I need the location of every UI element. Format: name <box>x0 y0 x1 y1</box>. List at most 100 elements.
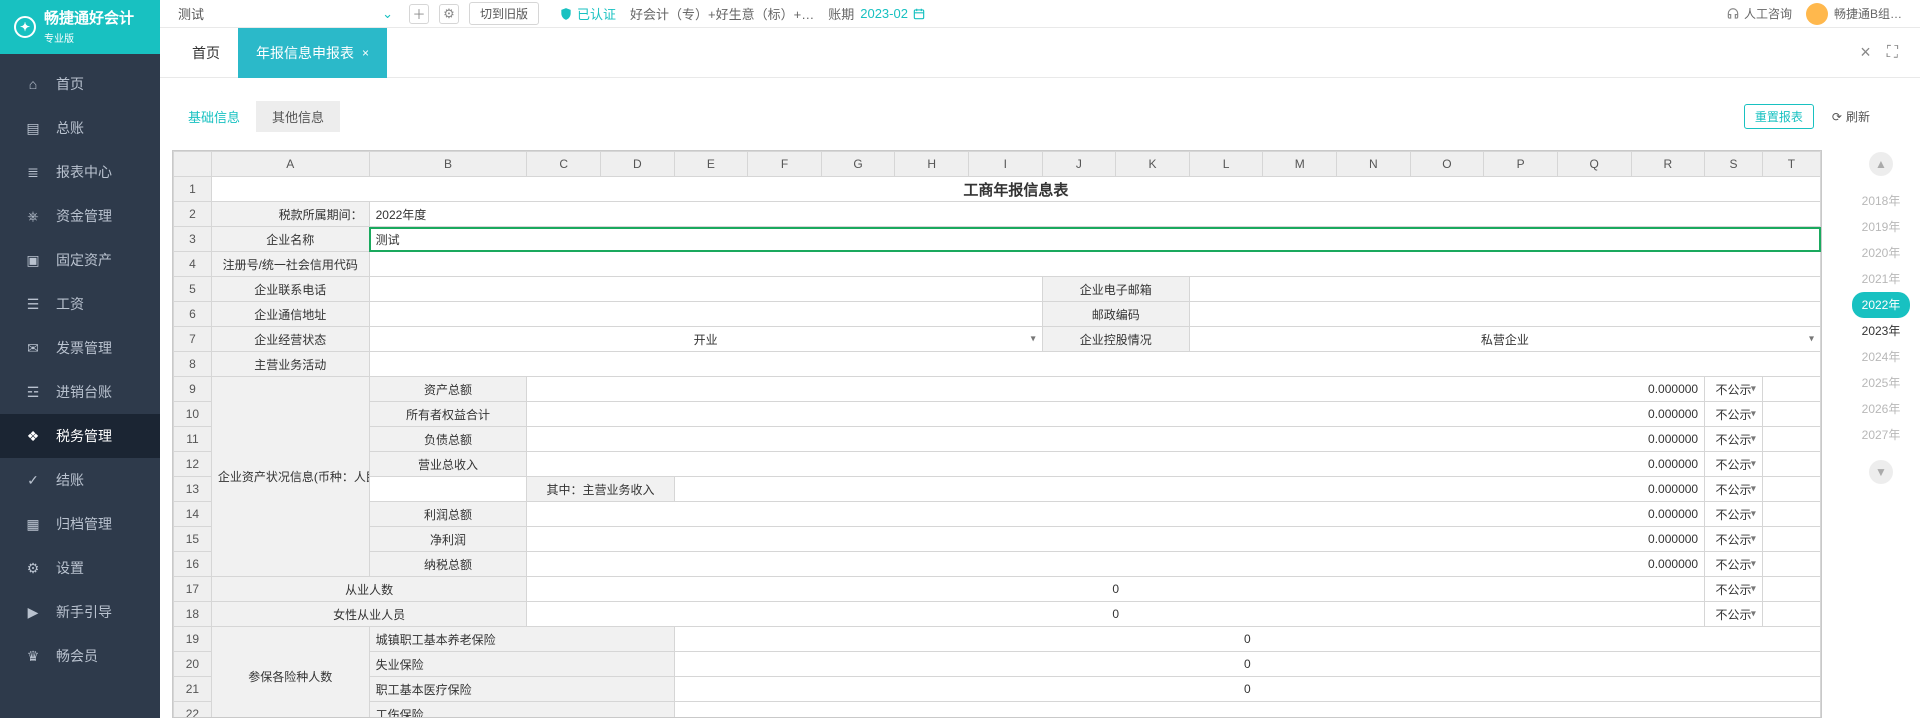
col-head-B[interactable]: B <box>369 152 527 177</box>
year-2019年[interactable]: 2019年 <box>1852 214 1910 240</box>
sidebar-item-1[interactable]: ▤总账 <box>0 106 160 150</box>
year-2027年[interactable]: 2027年 <box>1852 422 1910 448</box>
row-head[interactable]: 4 <box>174 252 212 277</box>
col-head-P[interactable]: P <box>1484 152 1558 177</box>
liab-total-value[interactable]: 0.000000 <box>527 427 1705 452</box>
row-head[interactable]: 11 <box>174 427 212 452</box>
col-head-K[interactable]: K <box>1116 152 1190 177</box>
asset-total-pub[interactable]: 不公示 <box>1705 377 1763 402</box>
rev-main-pub[interactable]: 不公示 <box>1705 477 1763 502</box>
sheet[interactable]: ABCDEFGHIJKLMNOPQRST 1 工商年报信息表 2 税款所属期间：… <box>172 150 1822 718</box>
staff-total-value[interactable]: 0 <box>527 577 1705 602</box>
main-tab-1[interactable]: 年报信息申报表× <box>238 28 387 78</box>
sidebar-item-10[interactable]: ▦归档管理 <box>0 502 160 546</box>
close-icon[interactable]: × <box>362 46 369 60</box>
row-head[interactable]: 21 <box>174 677 212 702</box>
main-tab-0[interactable]: 首页 <box>174 28 238 78</box>
asset-total-value[interactable]: 0.000000 <box>527 377 1705 402</box>
holding-select[interactable]: 私营企业 <box>1189 327 1820 352</box>
sidebar-item-11[interactable]: ⚙设置 <box>0 546 160 590</box>
sub-tab-0[interactable]: 基础信息 <box>172 101 256 132</box>
col-head-Q[interactable]: Q <box>1557 152 1631 177</box>
row-head[interactable]: 12 <box>174 452 212 477</box>
row-head[interactable]: 19 <box>174 627 212 652</box>
row-head[interactable]: 18 <box>174 602 212 627</box>
reg-no-input[interactable] <box>369 252 1820 277</box>
col-head-E[interactable]: E <box>674 152 748 177</box>
staff-female-pub[interactable]: 不公示 <box>1705 602 1763 627</box>
col-head-D[interactable]: D <box>600 152 674 177</box>
col-head-T[interactable]: T <box>1762 152 1820 177</box>
sidebar-item-4[interactable]: ▣固定资产 <box>0 238 160 282</box>
year-2025年[interactable]: 2025年 <box>1852 370 1910 396</box>
year-up-button[interactable]: ▲ <box>1869 152 1893 176</box>
corner-cell[interactable] <box>174 152 212 177</box>
ent-name-input[interactable]: 测试 <box>369 227 1820 252</box>
row-head[interactable]: 14 <box>174 502 212 527</box>
profit-total-value[interactable]: 0.000000 <box>527 502 1705 527</box>
period-select[interactable]: 2023-02 <box>860 6 926 21</box>
year-2018年[interactable]: 2018年 <box>1852 188 1910 214</box>
col-head-L[interactable]: L <box>1189 152 1263 177</box>
fullscreen-button[interactable]: ⛶ <box>1887 44 1898 62</box>
col-head-J[interactable]: J <box>1042 152 1116 177</box>
col-head-G[interactable]: G <box>821 152 895 177</box>
close-tab-button[interactable]: × <box>1860 42 1871 63</box>
zip-input[interactable] <box>1189 302 1820 327</box>
year-2023年[interactable]: 2023年 <box>1852 318 1910 344</box>
row-head[interactable]: 17 <box>174 577 212 602</box>
sidebar-item-0[interactable]: ⌂首页 <box>0 62 160 106</box>
sidebar-item-7[interactable]: ☲进销台账 <box>0 370 160 414</box>
col-head-O[interactable]: O <box>1410 152 1484 177</box>
rev-total-pub[interactable]: 不公示 <box>1705 452 1763 477</box>
net-profit-pub[interactable]: 不公示 <box>1705 527 1763 552</box>
staff-total-pub[interactable]: 不公示 <box>1705 577 1763 602</box>
row-head[interactable]: 10 <box>174 402 212 427</box>
row-head[interactable]: 15 <box>174 527 212 552</box>
row-head[interactable]: 6 <box>174 302 212 327</box>
sidebar-item-3[interactable]: ⎈资金管理 <box>0 194 160 238</box>
year-2024年[interactable]: 2024年 <box>1852 344 1910 370</box>
sidebar-item-13[interactable]: ♛畅会员 <box>0 634 160 678</box>
sidebar-item-6[interactable]: ✉发票管理 <box>0 326 160 370</box>
phone-input[interactable] <box>369 277 1042 302</box>
row-head[interactable]: 1 <box>174 177 212 202</box>
equity-total-value[interactable]: 0.000000 <box>527 402 1705 427</box>
refresh-button[interactable]: ⟳ 刷新 <box>1832 108 1870 125</box>
sub-tab-1[interactable]: 其他信息 <box>256 101 340 132</box>
year-2020年[interactable]: 2020年 <box>1852 240 1910 266</box>
sidebar-item-9[interactable]: ✓结账 <box>0 458 160 502</box>
rev-total-value[interactable]: 0.000000 <box>527 452 1705 477</box>
net-profit-value[interactable]: 0.000000 <box>527 527 1705 552</box>
col-head-S[interactable]: S <box>1705 152 1763 177</box>
col-head-F[interactable]: F <box>748 152 822 177</box>
sidebar-item-8[interactable]: ❖税务管理 <box>0 414 160 458</box>
addr-input[interactable] <box>369 302 1042 327</box>
col-head-A[interactable]: A <box>211 152 369 177</box>
row-head[interactable]: 5 <box>174 277 212 302</box>
row-head[interactable]: 22 <box>174 702 212 718</box>
row-head[interactable]: 3 <box>174 227 212 252</box>
sidebar-item-12[interactable]: ▶新手引导 <box>0 590 160 634</box>
year-down-button[interactable]: ▼ <box>1869 460 1893 484</box>
switch-old-button[interactable]: 切到旧版 <box>469 2 539 25</box>
rev-main-value[interactable]: 0.000000 <box>674 477 1705 502</box>
op-state-select[interactable]: 开业 <box>369 327 1042 352</box>
ins-injury-value[interactable] <box>674 702 1820 718</box>
main-biz-input[interactable] <box>369 352 1820 377</box>
row-head[interactable]: 13 <box>174 477 212 502</box>
tax-total-value[interactable]: 0.000000 <box>527 552 1705 577</box>
row-head[interactable]: 9 <box>174 377 212 402</box>
tax-total-pub[interactable]: 不公示 <box>1705 552 1763 577</box>
email-input[interactable] <box>1189 277 1820 302</box>
profit-total-pub[interactable]: 不公示 <box>1705 502 1763 527</box>
ins-unemp-value[interactable]: 0 <box>674 652 1820 677</box>
year-2026年[interactable]: 2026年 <box>1852 396 1910 422</box>
col-head-M[interactable]: M <box>1263 152 1337 177</box>
reset-report-button[interactable]: 重置报表 <box>1744 104 1814 129</box>
col-head-R[interactable]: R <box>1631 152 1705 177</box>
row-head[interactable]: 20 <box>174 652 212 677</box>
year-2021年[interactable]: 2021年 <box>1852 266 1910 292</box>
col-head-N[interactable]: N <box>1337 152 1411 177</box>
row-head[interactable]: 7 <box>174 327 212 352</box>
